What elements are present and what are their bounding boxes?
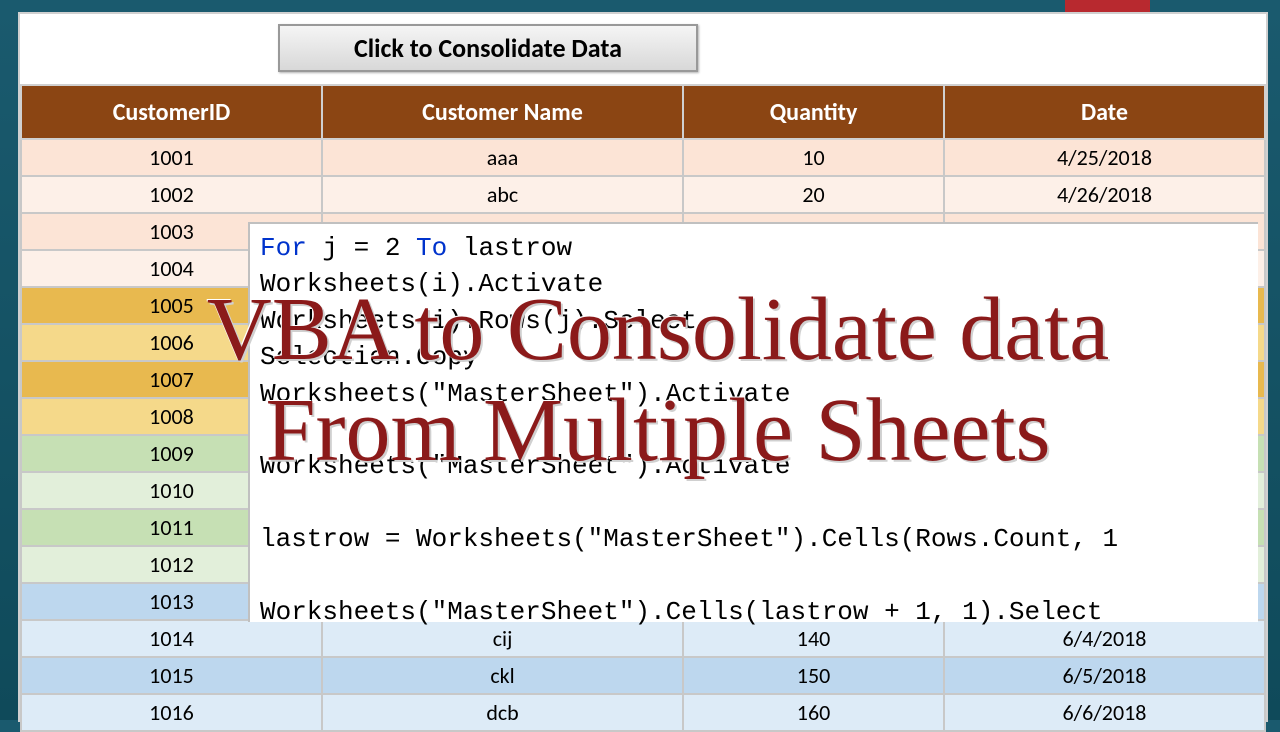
cell-qty[interactable]: 150	[683, 657, 944, 694]
cell-id[interactable]: 1001	[21, 139, 322, 176]
cell-date[interactable]: 4/25/2018	[944, 139, 1265, 176]
cell-qty[interactable]: 160	[683, 694, 944, 731]
cell-qty[interactable]: 20	[683, 176, 944, 213]
cell-id[interactable]: 1002	[21, 176, 322, 213]
cell-date[interactable]: 6/5/2018	[944, 657, 1265, 694]
vba-code-editor[interactable]: For j = 2 To lastrow Worksheets(i).Activ…	[248, 222, 1258, 622]
worksheet-area: Click to Consolidate Data CustomerID Cus…	[18, 12, 1268, 722]
col-customerid[interactable]: CustomerID	[21, 85, 322, 139]
table-row[interactable]: 1001aaa104/25/2018	[21, 139, 1265, 176]
table-row[interactable]: 1016dcb1606/6/2018	[21, 694, 1265, 731]
cell-name[interactable]: aaa	[322, 139, 683, 176]
cell-date[interactable]: 6/6/2018	[944, 694, 1265, 731]
cell-qty[interactable]: 10	[683, 139, 944, 176]
table-row[interactable]: 1002abc204/26/2018	[21, 176, 1265, 213]
col-quantity[interactable]: Quantity	[683, 85, 944, 139]
cell-name[interactable]: abc	[322, 176, 683, 213]
cell-date[interactable]: 4/26/2018	[944, 176, 1265, 213]
cell-id[interactable]: 1016	[21, 694, 322, 731]
col-customername[interactable]: Customer Name	[322, 85, 683, 139]
cell-id[interactable]: 1015	[21, 657, 322, 694]
col-date[interactable]: Date	[944, 85, 1265, 139]
cell-name[interactable]: ckl	[322, 657, 683, 694]
header-row: CustomerID Customer Name Quantity Date	[21, 85, 1265, 139]
consolidate-button[interactable]: Click to Consolidate Data	[278, 24, 698, 72]
cell-name[interactable]: dcb	[322, 694, 683, 731]
table-row[interactable]: 1015ckl1506/5/2018	[21, 657, 1265, 694]
